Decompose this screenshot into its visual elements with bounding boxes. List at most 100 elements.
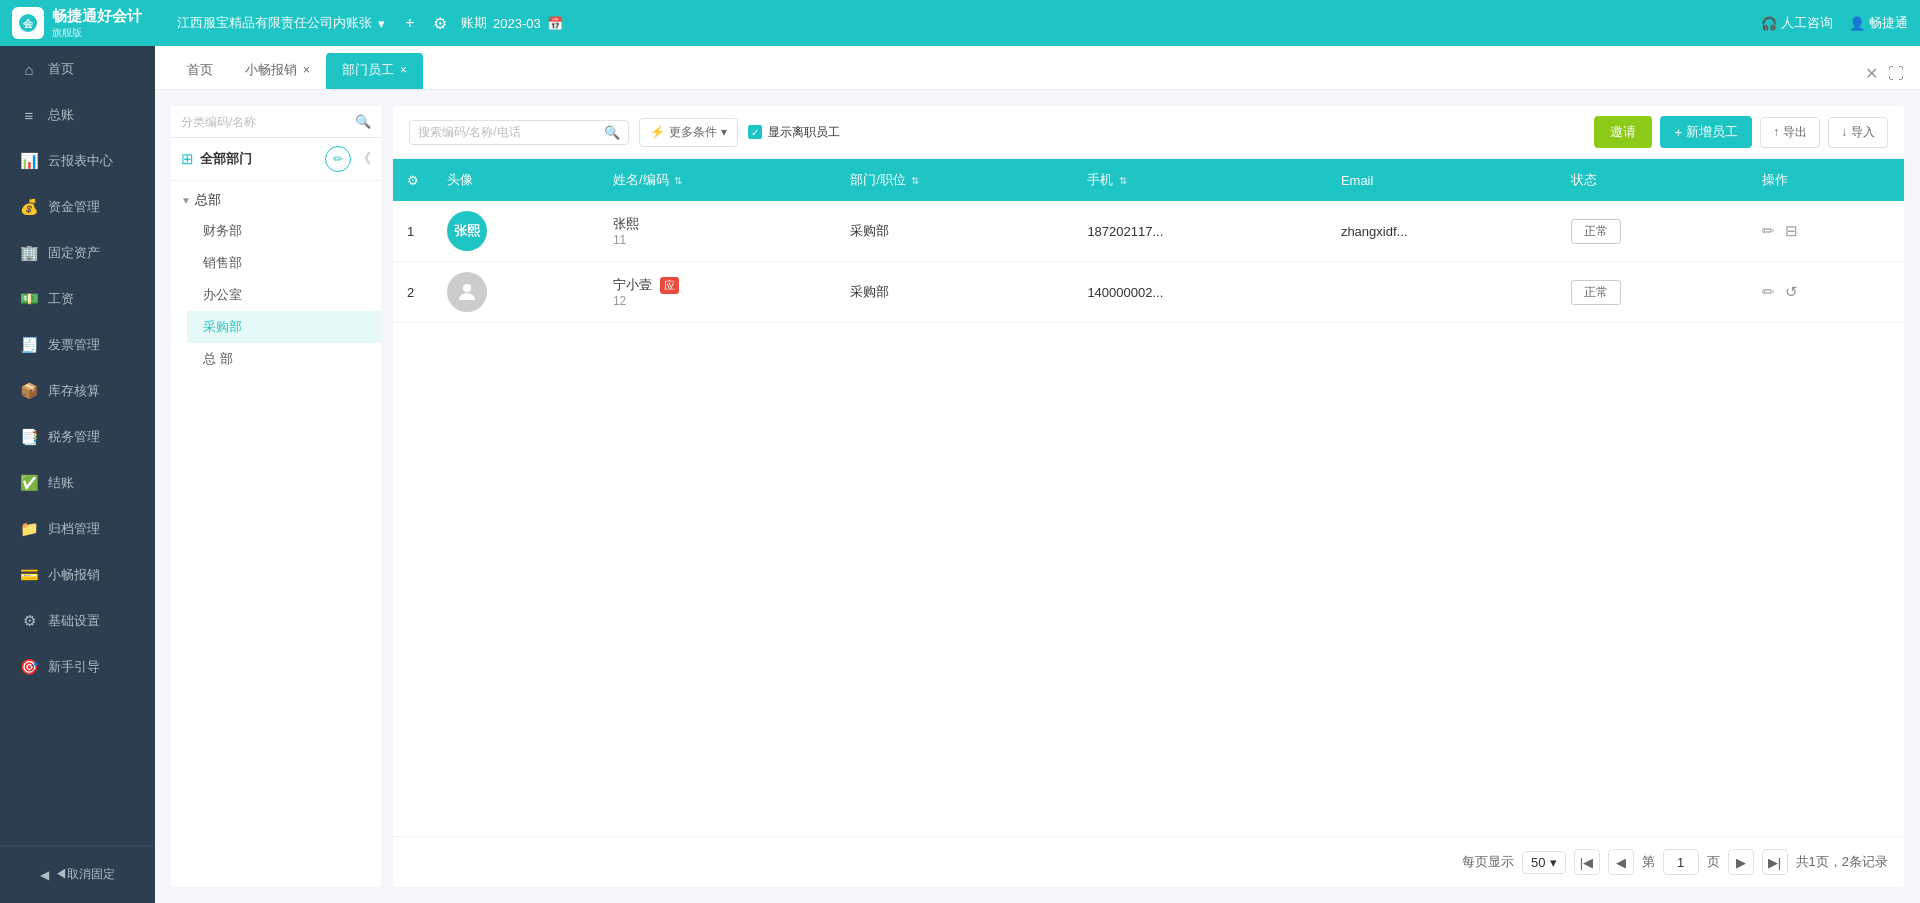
th-name-code[interactable]: 姓名/编码 ⇅ — [599, 159, 836, 201]
period-info: 账期 2023-03 📅 — [461, 14, 563, 32]
dept-group-root[interactable]: ▼ 总部 — [171, 185, 381, 215]
dept-all-label[interactable]: 全部部门 — [200, 150, 319, 168]
search-icon[interactable]: 🔍 — [604, 125, 620, 140]
dept-item-finance[interactable]: 财务部 — [187, 215, 381, 247]
dept-finance-label: 财务部 — [203, 222, 242, 240]
page-input[interactable] — [1663, 849, 1699, 875]
row1-logout-icon[interactable]: ⊟ — [1785, 222, 1798, 240]
page-prev-btn[interactable]: ◀ — [1608, 849, 1634, 875]
employee-search-box: 🔍 — [409, 120, 629, 145]
close-window-btn[interactable]: ✕ — [1865, 64, 1878, 83]
toolbar-right: 邀请 + 新增员工 ↑ 导出 ↓ 导入 — [1594, 116, 1888, 148]
import-btn[interactable]: ↓ 导入 — [1828, 117, 1888, 148]
user-menu[interactable]: 👤 畅捷通 — [1849, 14, 1908, 32]
row2-name: 宁小壹 — [613, 276, 652, 294]
sidebar-label-invoice: 发票管理 — [48, 336, 100, 354]
settings-button[interactable]: ⚙ — [425, 8, 455, 38]
sidebar-label-settings: 基础设置 — [48, 612, 100, 630]
per-page-value: 50 — [1531, 855, 1545, 870]
tab-employees-close[interactable]: × — [400, 63, 407, 77]
row1-phone: 187202117... — [1073, 201, 1327, 262]
dept-item-office[interactable]: 办公室 — [187, 279, 381, 311]
sidebar-item-funds[interactable]: 💰 资金管理 — [0, 184, 155, 230]
th-phone[interactable]: 手机 ⇅ — [1073, 159, 1327, 201]
gear-icon[interactable]: ⚙ — [407, 173, 419, 188]
logo-text-area: 畅捷通好会计 旗舰版 — [52, 7, 142, 40]
row2-status: 正常 — [1557, 262, 1747, 323]
main-layout: ⌂ 首页 ≡ 总账 📊 云报表中心 💰 资金管理 🏢 固定资产 💵 工资 🧾 发… — [0, 46, 1920, 903]
show-resigned-checkbox[interactable]: ✓ — [748, 125, 762, 139]
tab-expense[interactable]: 小畅报销 × — [229, 53, 326, 89]
th-settings: ⚙ — [393, 159, 433, 201]
sidebar-item-assets[interactable]: 🏢 固定资产 — [0, 230, 155, 276]
support-label: 人工咨询 — [1781, 14, 1833, 32]
cancel-fixed-btn[interactable]: ◀ ◀取消固定 — [0, 856, 155, 893]
company-selector[interactable]: 江西服宝精品有限责任公司内账张 ▾ — [167, 10, 395, 36]
payroll-icon: 💵 — [20, 290, 38, 308]
dept-item-sales[interactable]: 销售部 — [187, 247, 381, 279]
filter-icon: ⚡ — [650, 125, 665, 139]
right-panel: 🔍 ⚡ 更多条件 ▾ ✓ 显示离职员工 邀请 — [393, 106, 1904, 887]
sidebar-item-inventory[interactable]: 📦 库存核算 — [0, 368, 155, 414]
filter-arrow: ▾ — [721, 125, 727, 139]
svg-text:会: 会 — [22, 18, 34, 29]
avatar-ningxiaoyi — [447, 272, 487, 312]
page-first-btn[interactable]: |◀ — [1574, 849, 1600, 875]
dept-tree-group: 财务部 销售部 办公室 采购部 — [171, 215, 381, 375]
dept-search-icon[interactable]: 🔍 — [355, 114, 371, 129]
dropdown-icon: ▾ — [378, 16, 385, 31]
add-button[interactable]: + — [395, 8, 425, 38]
right-toolbar: 🔍 ⚡ 更多条件 ▾ ✓ 显示离职员工 邀请 — [393, 106, 1904, 159]
row2-code: 12 — [613, 294, 822, 308]
row1-email: zhangxidf... — [1327, 201, 1558, 262]
sidebar-label-ledger: 总账 — [48, 106, 74, 124]
row1-edit-icon[interactable]: ✏ — [1762, 222, 1775, 240]
sidebar-item-guide[interactable]: 🎯 新手引导 — [0, 644, 155, 690]
tab-expense-close[interactable]: × — [303, 63, 310, 77]
dept-collapse-btn[interactable]: 《 — [357, 150, 371, 168]
sidebar-item-ledger[interactable]: ≡ 总账 — [0, 92, 155, 138]
tab-home[interactable]: 首页 — [171, 53, 229, 89]
sidebar-item-reports[interactable]: 📊 云报表中心 — [0, 138, 155, 184]
row1-name: 张熙 — [613, 215, 822, 233]
dept-edit-btn[interactable]: ✏ — [325, 146, 351, 172]
row2-edit-icon[interactable]: ✏ — [1762, 283, 1775, 301]
dept-search-input[interactable] — [181, 115, 349, 129]
page-last-btn[interactable]: ▶| — [1762, 849, 1788, 875]
ledger-icon: ≡ — [20, 107, 38, 124]
sidebar-item-settings[interactable]: ⚙ 基础设置 — [0, 598, 155, 644]
tab-employees-label: 部门员工 — [342, 61, 394, 79]
dept-item-purchase[interactable]: 采购部 — [187, 311, 381, 343]
table-row: 1 张熙 张熙 11 采购部 187202117... — [393, 201, 1904, 262]
row2-refresh-icon[interactable]: ↺ — [1785, 283, 1798, 301]
show-resigned-toggle[interactable]: ✓ 显示离职员工 — [748, 124, 840, 141]
headset-icon: 🎧 — [1761, 16, 1777, 31]
sidebar-item-home[interactable]: ⌂ 首页 — [0, 46, 155, 92]
tab-employees[interactable]: 部门员工 × — [326, 53, 423, 89]
sidebar-item-payroll[interactable]: 💵 工资 — [0, 276, 155, 322]
employee-search-input[interactable] — [418, 125, 598, 139]
maximize-btn[interactable]: ⛶ — [1888, 65, 1904, 83]
export-btn[interactable]: ↑ 导出 — [1760, 117, 1820, 148]
calendar-icon[interactable]: 📅 — [547, 16, 563, 31]
filter-label: 更多条件 — [669, 124, 717, 141]
guide-icon: 🎯 — [20, 658, 38, 676]
sidebar-item-tax[interactable]: 📑 税务管理 — [0, 414, 155, 460]
filter-btn[interactable]: ⚡ 更多条件 ▾ — [639, 118, 738, 147]
th-dept-position[interactable]: 部门/职位 ⇅ — [836, 159, 1073, 201]
dept-item-headquarters[interactable]: 总 部 — [187, 343, 381, 375]
sidebar-item-invoice[interactable]: 🧾 发票管理 — [0, 322, 155, 368]
support-btn[interactable]: 🎧 人工咨询 — [1761, 14, 1833, 32]
invite-btn[interactable]: 邀请 — [1594, 116, 1652, 148]
dept-office-label: 办公室 — [203, 286, 242, 304]
sidebar-label-closing: 结账 — [48, 474, 74, 492]
add-employee-btn[interactable]: + 新增员工 — [1660, 116, 1752, 148]
total-info: 共1页，2条记录 — [1796, 853, 1888, 871]
svg-point-2 — [463, 284, 471, 292]
sidebar-item-expense[interactable]: 💳 小畅报销 — [0, 552, 155, 598]
sidebar-item-closing[interactable]: ✅ 结账 — [0, 460, 155, 506]
sidebar-label-home: 首页 — [48, 60, 74, 78]
page-next-btn[interactable]: ▶ — [1728, 849, 1754, 875]
sidebar-item-archive[interactable]: 📁 归档管理 — [0, 506, 155, 552]
per-page-select[interactable]: 50 ▾ — [1522, 851, 1565, 874]
